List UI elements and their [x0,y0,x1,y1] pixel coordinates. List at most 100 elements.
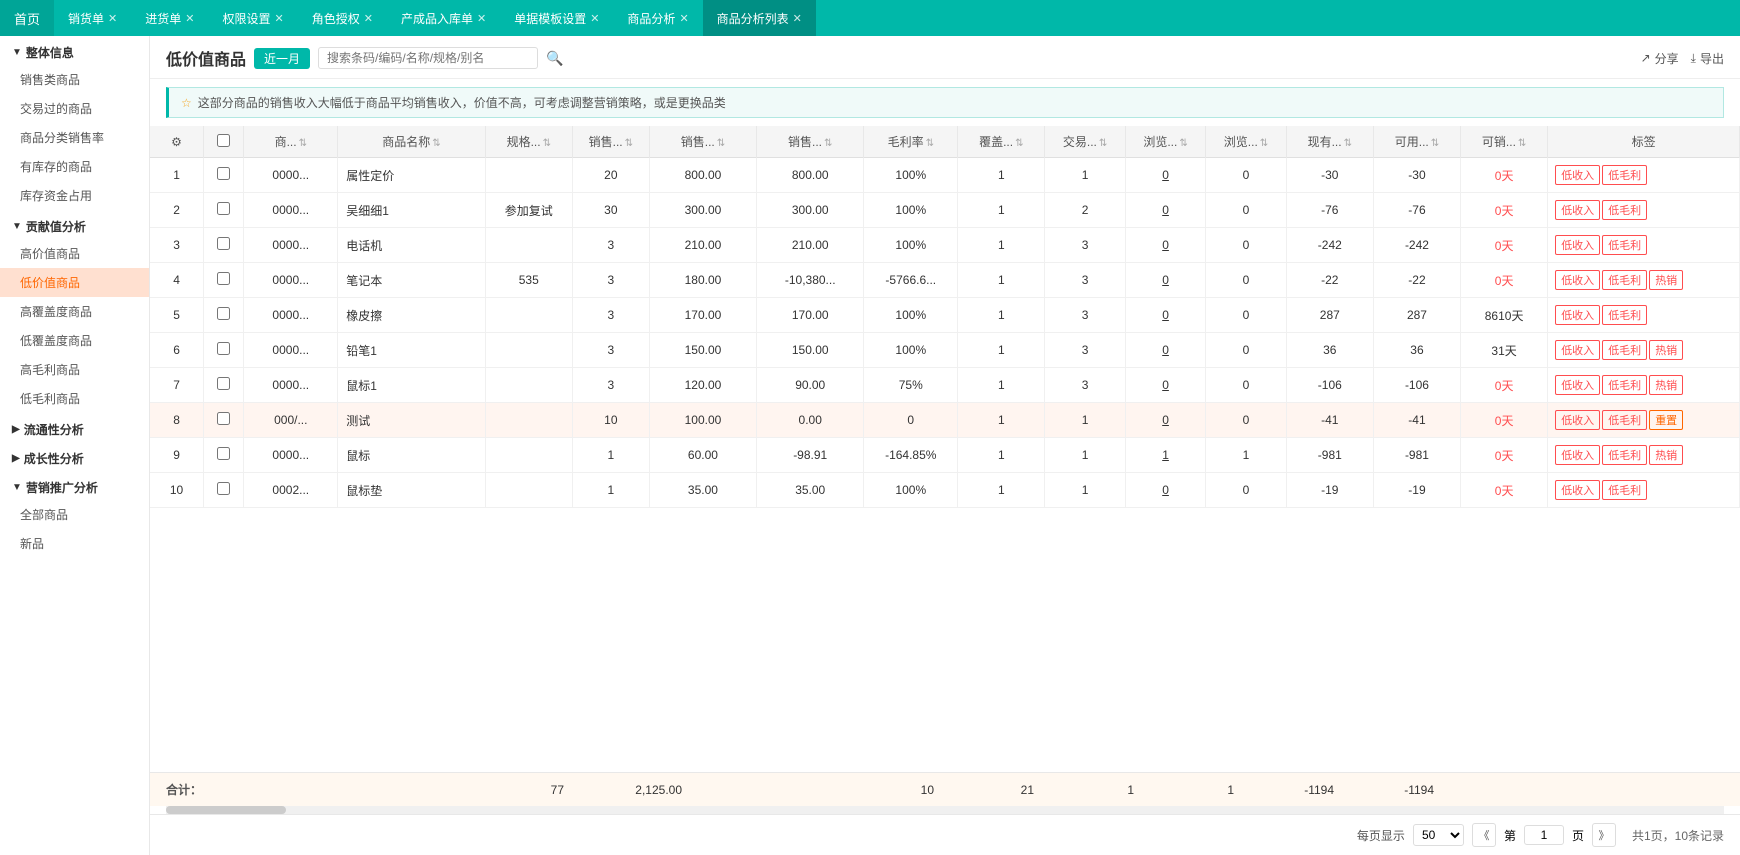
cell-checkbox[interactable] [204,228,244,263]
select-all-checkbox[interactable] [217,134,230,147]
cell-checkbox[interactable] [204,333,244,368]
col-name[interactable]: 商品名称⇅ [338,126,485,158]
col-stock2[interactable]: 可用...⇅ [1373,126,1460,158]
sidebar-item-high-coverage[interactable]: 高覆盖度商品 [0,297,149,326]
nav-sales-order[interactable]: 销货单 ✕ [54,0,131,36]
row-checkbox[interactable] [217,202,230,215]
nav-purchase-order[interactable]: 进货单 ✕ [131,0,208,36]
col-settings[interactable]: ⚙ [150,126,204,158]
close-icon[interactable]: ✕ [679,12,688,25]
close-icon[interactable]: ✕ [477,12,486,25]
cell-browse1[interactable]: 0 [1125,368,1205,403]
cell-browse1[interactable]: 0 [1125,158,1205,193]
cell-browse1[interactable]: 1 [1125,438,1205,473]
close-icon[interactable]: ✕ [793,12,802,25]
browse-link[interactable]: 0 [1162,238,1169,252]
col-code[interactable]: 商...⇅ [244,126,338,158]
cell-checkbox[interactable] [204,368,244,403]
browse-link[interactable]: 0 [1162,203,1169,217]
sidebar-item-sales-products[interactable]: 销售类商品 [0,65,149,94]
nav-product-analysis[interactable]: 商品分析 ✕ [613,0,702,36]
next-page-button[interactable]: 》 [1592,823,1616,847]
cell-checkbox[interactable] [204,193,244,228]
sidebar-section-overview[interactable]: ▼ 整体信息 [0,36,149,65]
row-checkbox[interactable] [217,412,230,425]
col-checkbox[interactable] [204,126,244,158]
col-stock3[interactable]: 可销...⇅ [1461,126,1548,158]
scrollbar-thumb[interactable] [166,806,286,814]
nav-permission-settings[interactable]: 权限设置 ✕ [208,0,297,36]
nav-role-auth[interactable]: 角色授权 ✕ [298,0,387,36]
cell-browse1[interactable]: 0 [1125,263,1205,298]
sidebar-item-all-products[interactable]: 全部商品 [0,500,149,529]
row-checkbox[interactable] [217,272,230,285]
sidebar-section-growth[interactable]: ▶ 成长性分析 [0,442,149,471]
row-checkbox[interactable] [217,167,230,180]
cell-browse1[interactable]: 0 [1125,403,1205,438]
table-container[interactable]: ⚙ 商...⇅ 商品名称⇅ 规格...⇅ 销售...⇅ 销售...⇅ 销售...… [150,126,1740,772]
close-icon[interactable]: ✕ [275,12,284,25]
sidebar-section-contribution[interactable]: ▼ 贡献值分析 [0,210,149,239]
col-spec[interactable]: 规格...⇅ [485,126,572,158]
sidebar-item-low-margin[interactable]: 低毛利商品 [0,384,149,413]
row-checkbox[interactable] [217,447,230,460]
row-checkbox[interactable] [217,482,230,495]
browse-link[interactable]: 0 [1162,413,1169,427]
sidebar-item-new-products[interactable]: 新品 [0,529,149,558]
nav-products-inbound[interactable]: 产成品入库单 ✕ [387,0,500,36]
col-browse1[interactable]: 浏览...⇅ [1125,126,1205,158]
sidebar-item-low-value[interactable]: 低价值商品 [0,268,149,297]
browse-link[interactable]: 0 [1162,343,1169,357]
browse-link[interactable]: 0 [1162,483,1169,497]
sidebar-item-inventory-capital[interactable]: 库存资金占用 [0,181,149,210]
nav-product-analysis-list[interactable]: 商品分析列表 ✕ [703,0,816,36]
col-trade[interactable]: 交易...⇅ [1045,126,1125,158]
cell-checkbox[interactable] [204,403,244,438]
browse-link[interactable]: 0 [1162,308,1169,322]
cell-browse1[interactable]: 0 [1125,473,1205,508]
cell-checkbox[interactable] [204,473,244,508]
col-coverage[interactable]: 覆盖...⇅ [958,126,1045,158]
row-checkbox[interactable] [217,307,230,320]
col-browse2[interactable]: 浏览...⇅ [1206,126,1286,158]
browse-link[interactable]: 0 [1162,168,1169,182]
sidebar-item-category-sales-rate[interactable]: 商品分类销售率 [0,123,149,152]
col-sales-profit[interactable]: 销售...⇅ [757,126,864,158]
cell-checkbox[interactable] [204,298,244,333]
sidebar-item-stocked-products[interactable]: 有库存的商品 [0,152,149,181]
browse-link[interactable]: 0 [1162,273,1169,287]
horizontal-scrollbar[interactable] [166,806,1724,814]
col-stock1[interactable]: 现有...⇅ [1286,126,1373,158]
cell-browse1[interactable]: 0 [1125,333,1205,368]
close-icon[interactable]: ✕ [108,12,117,25]
row-checkbox[interactable] [217,237,230,250]
close-icon[interactable]: ✕ [185,12,194,25]
sidebar-item-traded-products[interactable]: 交易过的商品 [0,94,149,123]
sidebar-section-liquidity[interactable]: ▶ 流通性分析 [0,413,149,442]
page-number-input[interactable] [1524,825,1564,845]
browse-link[interactable]: 1 [1162,448,1169,462]
row-checkbox[interactable] [217,342,230,355]
sidebar-section-marketing[interactable]: ▼ 营销推广分析 [0,471,149,500]
first-page-button[interactable]: 《 [1472,823,1496,847]
browse-link[interactable]: 0 [1162,378,1169,392]
cell-checkbox[interactable] [204,158,244,193]
col-margin[interactable]: 毛利率⇅ [864,126,958,158]
sidebar-item-high-value[interactable]: 高价值商品 [0,239,149,268]
search-input[interactable] [318,47,538,69]
search-icon[interactable]: 🔍 [546,50,563,67]
export-button[interactable]: ⤓ 导出 [1691,50,1724,67]
close-icon[interactable]: ✕ [364,12,373,25]
cell-checkbox[interactable] [204,263,244,298]
nav-template-settings[interactable]: 单据模板设置 ✕ [500,0,613,36]
nav-home[interactable]: 首页 [0,0,54,36]
sidebar-item-low-coverage[interactable]: 低覆盖度商品 [0,326,149,355]
col-sales-amount[interactable]: 销售...⇅ [649,126,756,158]
share-button[interactable]: ↗ 分享 [1641,50,1679,67]
cell-browse1[interactable]: 0 [1125,193,1205,228]
sidebar-item-high-margin[interactable]: 高毛利商品 [0,355,149,384]
time-filter-button[interactable]: 近一月 [254,48,310,69]
row-checkbox[interactable] [217,377,230,390]
cell-browse1[interactable]: 0 [1125,228,1205,263]
cell-checkbox[interactable] [204,438,244,473]
